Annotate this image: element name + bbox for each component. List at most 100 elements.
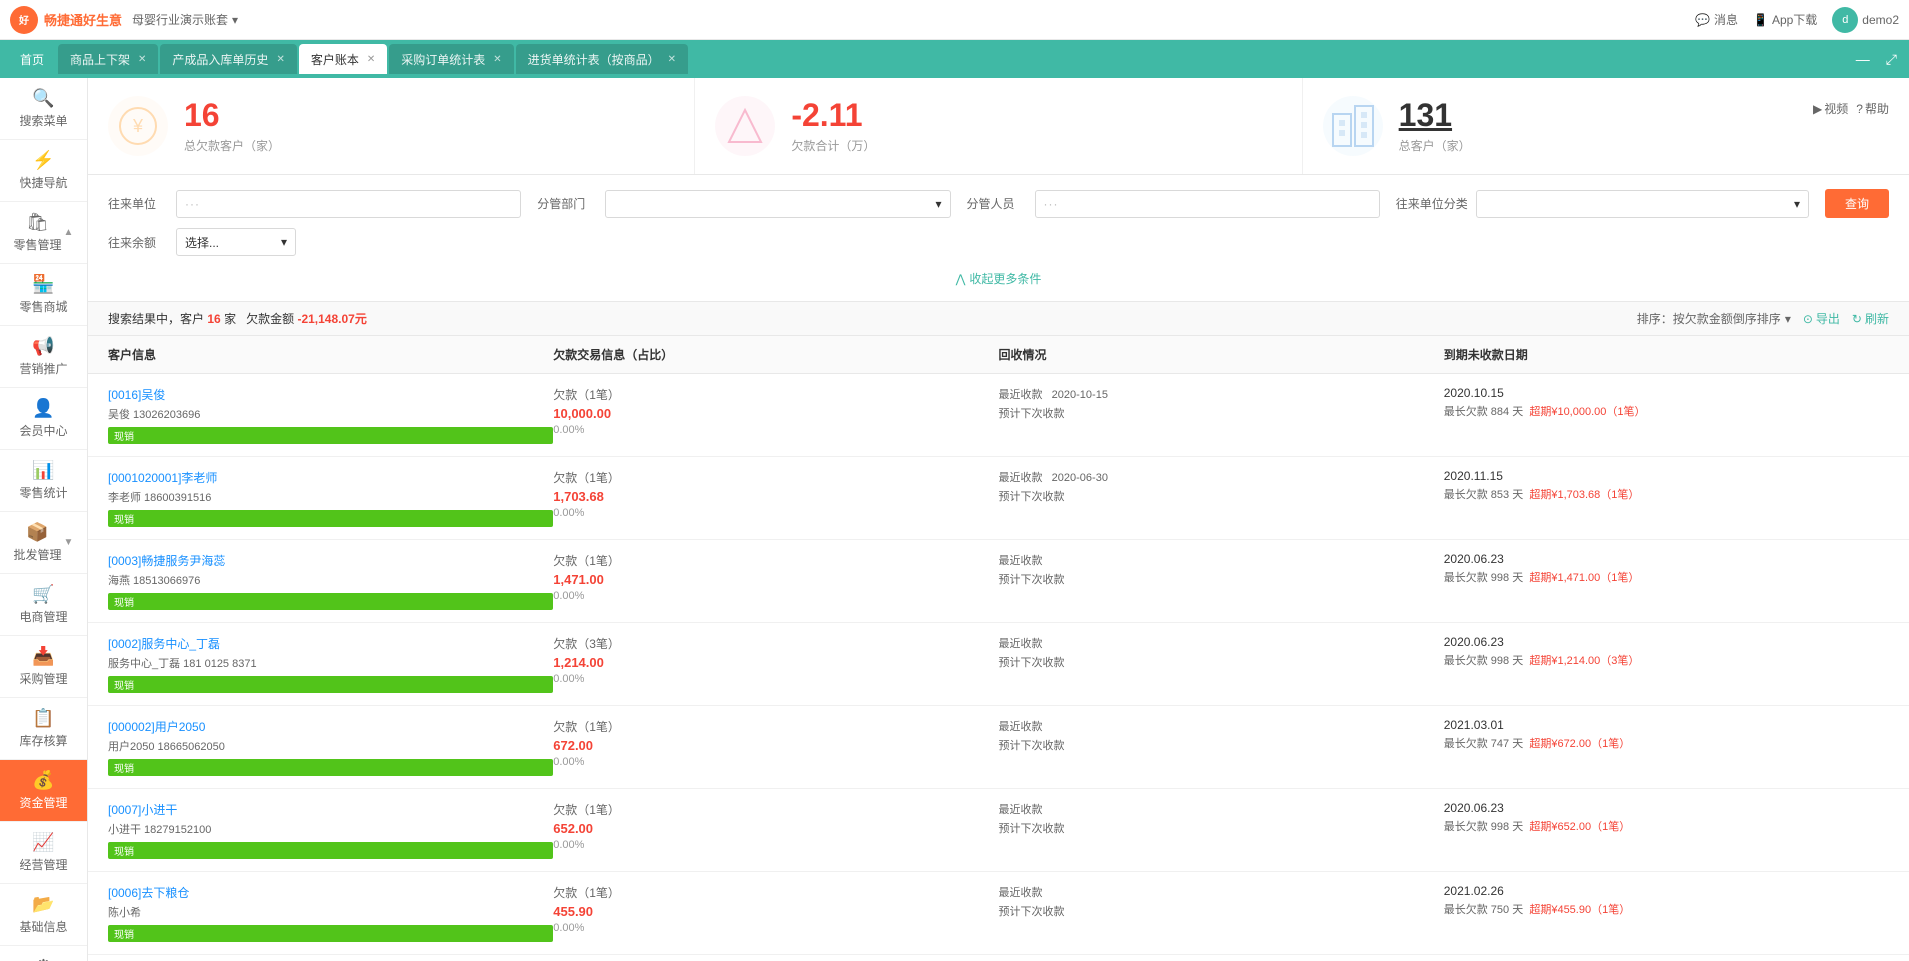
video-icon: ▶ — [1813, 102, 1822, 116]
customer-name-link[interactable]: [0006]去下粮仓 — [108, 884, 553, 901]
user-avatar-area[interactable]: d demo2 — [1832, 7, 1899, 33]
sidebar-item-purchase[interactable]: 📥 采购管理 — [0, 636, 87, 698]
store-name: 母婴行业演示账套 — [132, 11, 228, 28]
customer-tag: 现销 — [108, 925, 553, 942]
sidebar-label: 基础信息 — [0, 918, 87, 935]
close-icon[interactable]: ✕ — [668, 54, 676, 65]
customer-name-link[interactable]: [0016]吴俊 — [108, 386, 553, 403]
debt-amount-link[interactable]: 652.00 — [553, 821, 998, 836]
due-overdue-link[interactable]: 超期¥455.90（1笔） — [1529, 904, 1630, 916]
due-info: 2020.06.23 最长欠款 998 天 超期¥652.00（1笔） — [1444, 801, 1889, 834]
unit-type-label: 往来单位分类 — [1396, 195, 1468, 212]
total-customers-number: 131 — [1399, 98, 1471, 133]
debt-amount-link[interactable]: 455.90 — [553, 904, 998, 919]
due-overdue-link[interactable]: 超期¥1,703.68（1笔） — [1529, 489, 1639, 501]
customer-name-link[interactable]: [0007]小进干 — [108, 801, 553, 818]
tab-product-history[interactable]: 产成品入库单历史 ✕ — [160, 44, 296, 74]
debt-amount-link[interactable]: 672.00 — [553, 738, 998, 753]
finance-icon: 💰 — [0, 770, 87, 791]
col-due: 到期未收款日期 — [1444, 346, 1889, 363]
collapse-btn[interactable]: ⋀ 收起更多条件 — [108, 266, 1889, 291]
collect-next: 预计下次收款 — [999, 737, 1444, 753]
sidebar-item-operations[interactable]: 📈 经营管理 — [0, 822, 87, 884]
sidebar-item-quick-nav[interactable]: ⚡ 快捷导航 — [0, 140, 87, 202]
sidebar-item-system[interactable]: ⚙ 系统管理 — [0, 946, 87, 961]
collect-label: 最近收款 2020-06-30 — [999, 469, 1444, 485]
manager-input[interactable]: ··· — [1035, 190, 1380, 218]
tab-home[interactable]: 首页 — [8, 44, 56, 74]
system-icon: ⚙ — [0, 956, 87, 961]
debt-count: 欠款（1笔） — [553, 386, 998, 403]
tab-minimize-icon[interactable]: — — [1852, 49, 1874, 70]
customer-phone: 服务中心_丁磊 181 0125 8371 — [108, 655, 553, 671]
sidebar-item-ecommerce[interactable]: 🛒 电商管理 — [0, 574, 87, 636]
card-icon-total-customers — [1323, 96, 1383, 156]
sidebar-item-inventory[interactable]: 📋 库存核算 — [0, 698, 87, 760]
customer-name-link[interactable]: [000002]用户2050 — [108, 718, 553, 735]
close-icon[interactable]: ✕ — [138, 54, 146, 65]
sidebar-item-search[interactable]: 🔍 搜索菜单 — [0, 78, 87, 140]
customer-phone: 小进干 18279152100 — [108, 821, 553, 837]
customer-name-link[interactable]: [0003]畅捷服务尹海蕊 — [108, 552, 553, 569]
help-btn[interactable]: ? 帮助 — [1856, 100, 1889, 117]
sidebar-label: 经营管理 — [0, 856, 87, 873]
sidebar-item-retail-mgmt[interactable]: 🛍 零售管理 ▲ — [0, 202, 87, 264]
tab-product-shelf[interactable]: 商品上下架 ✕ — [58, 44, 158, 74]
due-overdue-link[interactable]: 超期¥1,214.00（3笔） — [1529, 655, 1639, 667]
export-btn[interactable]: ⊙ 导出 — [1803, 310, 1840, 327]
col-collect: 回收情况 — [999, 346, 1444, 363]
due-overdue-link[interactable]: 超期¥672.00（1笔） — [1529, 738, 1630, 750]
app-download-btn[interactable]: 📱 App下载 — [1753, 11, 1817, 28]
due-days: 最长欠款 998 天 超期¥1,214.00（3笔） — [1444, 652, 1889, 668]
app-name: 畅捷通好生意 — [44, 10, 122, 29]
sidebar-item-basic-info[interactable]: 📂 基础信息 — [0, 884, 87, 946]
customer-name-link[interactable]: [0001020001]李老师 — [108, 469, 553, 486]
query-button[interactable]: 查询 — [1825, 189, 1889, 218]
from-unit-input[interactable]: ··· — [176, 190, 521, 218]
sidebar-item-marketing[interactable]: 📢 营销推广 — [0, 326, 87, 388]
balance-select[interactable]: 选择... ▾ — [176, 228, 296, 256]
dept-select[interactable]: ▾ — [605, 190, 950, 218]
member-icon: 👤 — [0, 398, 87, 419]
tab-maximize-icon[interactable]: ⤢ — [1882, 49, 1901, 70]
sidebar-label: 库存核算 — [0, 732, 87, 749]
debt-count: 欠款（1笔） — [553, 552, 998, 569]
table-row: [0006]去下粮仓 陈小希 现销 欠款（1笔） 455.90 0.00% 最近… — [88, 872, 1909, 955]
sidebar-label: 会员中心 — [0, 422, 87, 439]
customer-info: [0001020001]李老师 李老师 18600391516 现销 — [108, 469, 553, 527]
due-info: 2020.10.15 最长欠款 884 天 超期¥10,000.00（1笔） — [1444, 386, 1889, 419]
close-icon[interactable]: ✕ — [493, 54, 501, 65]
video-btn[interactable]: ▶ 视频 — [1813, 100, 1848, 117]
close-icon[interactable]: ✕ — [367, 54, 375, 65]
customer-name-link[interactable]: [0002]服务中心_丁磊 — [108, 635, 553, 652]
due-overdue-link[interactable]: 超期¥1,471.00（1笔） — [1529, 572, 1639, 584]
sidebar-label: 零售商城 — [0, 298, 87, 315]
tab-customer-account[interactable]: 客户账本 ✕ — [299, 44, 387, 74]
tab-purchase-stats[interactable]: 进货单统计表（按商品） ✕ — [516, 44, 688, 74]
debt-info: 欠款（1笔） 1,703.68 0.00% — [553, 469, 998, 519]
debt-amount-link[interactable]: 1,703.68 — [553, 489, 998, 504]
close-icon[interactable]: ✕ — [276, 54, 284, 65]
sidebar-item-retail-store[interactable]: 🏪 零售商城 — [0, 264, 87, 326]
sidebar-item-finance[interactable]: 💰 资金管理 — [0, 760, 87, 822]
unit-type-select[interactable]: ▾ — [1476, 190, 1809, 218]
store-selector[interactable]: 母婴行业演示账套 ▾ — [132, 11, 238, 28]
debt-amount-link[interactable]: 1,471.00 — [553, 572, 998, 587]
sidebar-item-batch-mgmt[interactable]: 📦 批发管理 ▼ — [0, 512, 87, 574]
debt-amount-link[interactable]: 10,000.00 — [553, 406, 998, 421]
sort-select[interactable]: 排序：按欠款金额倒序排序 ▾ — [1637, 310, 1791, 327]
customer-info: [0006]去下粮仓 陈小希 现销 — [108, 884, 553, 942]
debt-amount-link[interactable]: 1,214.00 — [553, 655, 998, 670]
sidebar-item-retail-stats[interactable]: 📊 零售统计 — [0, 450, 87, 512]
message-btn[interactable]: 💬 消息 — [1695, 11, 1738, 28]
sidebar-item-member[interactable]: 👤 会员中心 — [0, 388, 87, 450]
table-row: [0003]畅捷服务尹海蕊 海燕 18513066976 现销 欠款（1笔） 1… — [88, 540, 1909, 623]
refresh-btn[interactable]: ↻ 刷新 — [1852, 310, 1889, 327]
content-area: ¥ 16 总欠款客户（家） -2.11 欠款合计（万） — [88, 78, 1909, 961]
quick-nav-icon: ⚡ — [0, 150, 87, 171]
retail-mgmt-icon: 🛍 — [26, 212, 49, 233]
due-overdue-link[interactable]: 超期¥652.00（1笔） — [1529, 821, 1630, 833]
due-overdue-link[interactable]: 超期¥10,000.00（1笔） — [1529, 406, 1645, 418]
collect-label: 最近收款 — [999, 801, 1444, 817]
tab-purchase-order[interactable]: 采购订单统计表 ✕ — [389, 44, 513, 74]
